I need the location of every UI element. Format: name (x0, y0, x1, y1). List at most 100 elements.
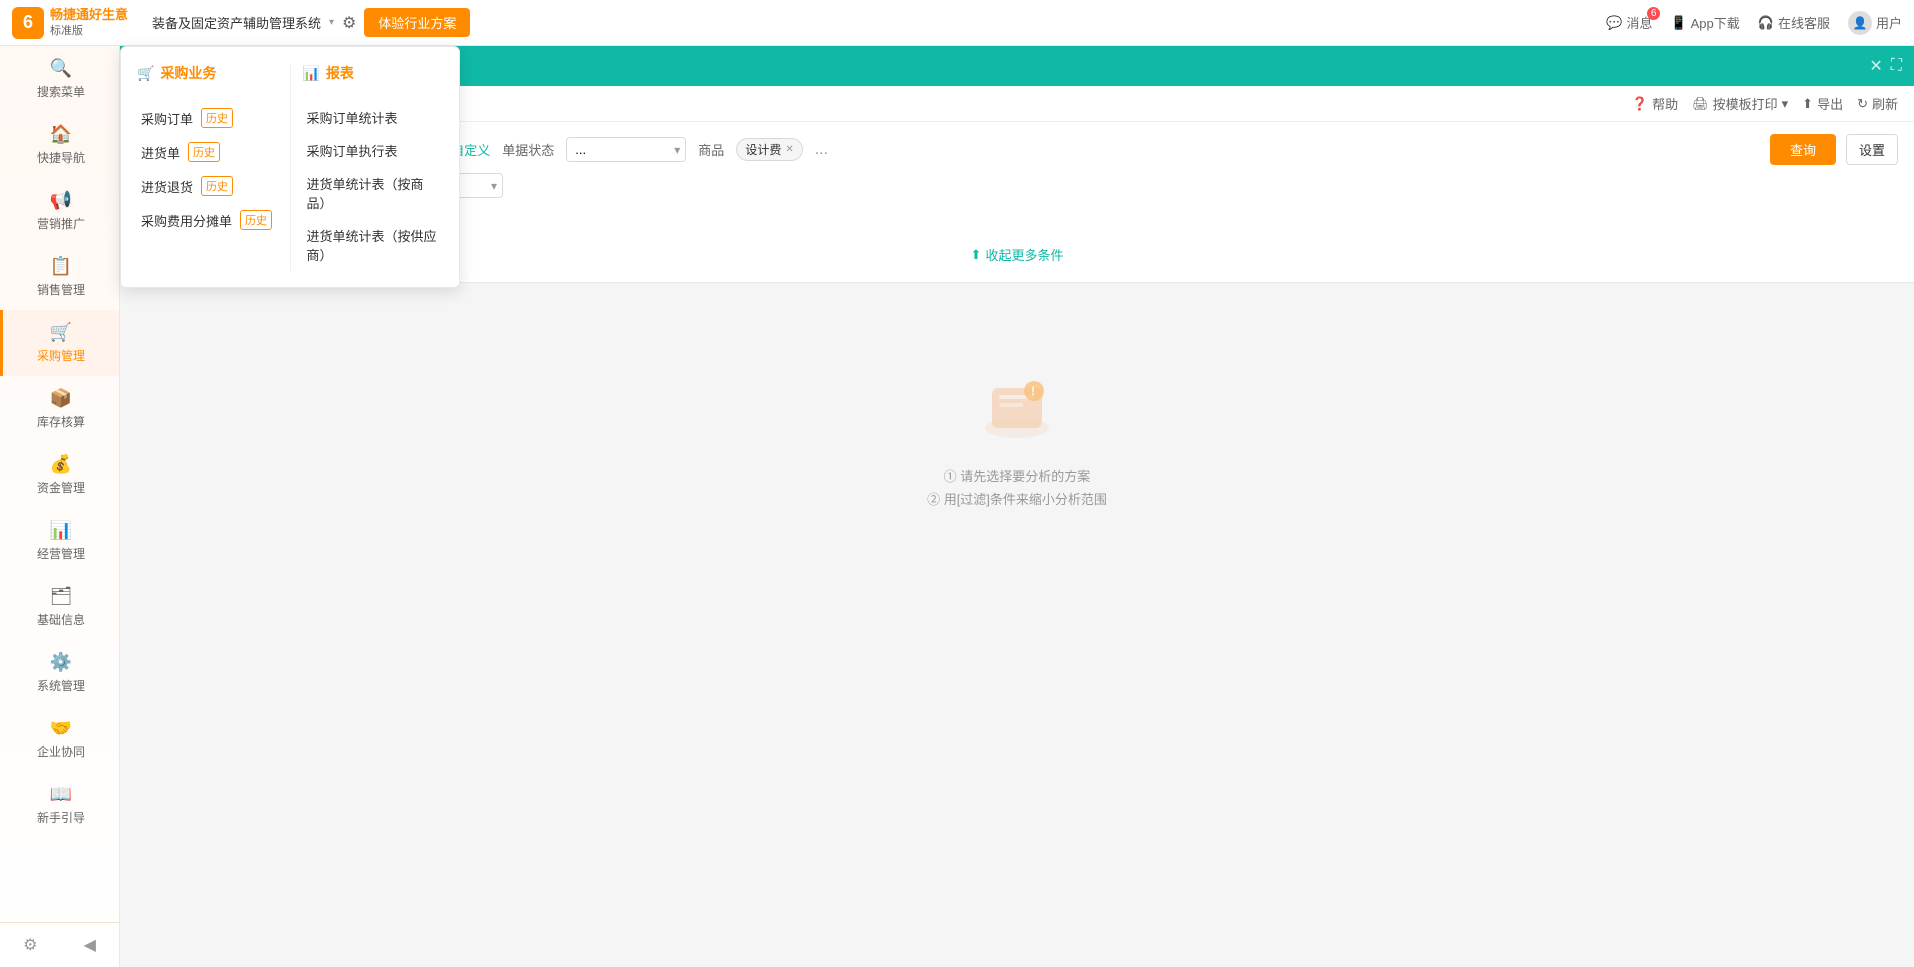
purchase-section-title: 🛒 采购业务 (137, 63, 278, 89)
menu-divider (290, 63, 291, 271)
sidebar-label-inventory: 库存核算 (37, 413, 85, 430)
sidebar-item-enterprise[interactable]: 🤝 企业协同 (0, 706, 119, 772)
history-badge-2[interactable]: 历史 (201, 176, 233, 196)
megaphone-icon: 📢 (50, 190, 72, 211)
sidebar-item-operations[interactable]: 📊 经营管理 (0, 508, 119, 574)
system-name: 装备及固定资产辅助管理系统 (152, 13, 321, 32)
sidebar-label-sales: 销售管理 (37, 281, 85, 298)
user-button[interactable]: 👤 用户 (1848, 11, 1902, 35)
info-icon: 🗂 (50, 586, 73, 607)
sidebar-item-search[interactable]: 🔍 搜索菜单 (0, 46, 119, 112)
sidebar-item-purchase[interactable]: 🛒 采购管理 (0, 310, 119, 376)
print-label: 按模板打印 (1713, 94, 1778, 113)
status-select-wrapper: ... (566, 137, 686, 162)
sidebar-item-inventory[interactable]: 📦 库存核算 (0, 376, 119, 442)
logo-area: 6 畅捷通好生意 标准版 (12, 7, 132, 39)
sidebar-label-finance: 资金管理 (37, 479, 85, 496)
online-service-label: 在线客服 (1778, 13, 1830, 32)
sidebar-item-finance[interactable]: 💰 资金管理 (0, 442, 119, 508)
empty-state: ! ① 请先选择要分析的方案 ② 用[过滤]条件来缩小分析范围 (120, 283, 1914, 592)
goods-tag-close[interactable]: ✕ (785, 144, 793, 155)
collapse-up-icon: ⬆ (971, 247, 982, 263)
settings-gear-button[interactable]: ⚙ (342, 13, 356, 33)
logo-text: 畅捷通好生意 标准版 (50, 7, 128, 38)
handshake-icon: 🤝 (50, 718, 72, 739)
history-badge-3[interactable]: 历史 (240, 210, 272, 230)
sidebar-bottom: ⚙ ◀ (0, 922, 119, 967)
setting-button[interactable]: 设置 (1846, 134, 1898, 165)
menu-item-purchase-order[interactable]: 采购订单 历史 (137, 101, 278, 135)
sidebar-label-purchase: 采购管理 (37, 347, 85, 364)
menu-item-report-2[interactable]: 进货单统计表（按商品） (303, 167, 444, 219)
home-icon: 🏠 (50, 124, 72, 145)
online-service-button[interactable]: 🎧 在线客服 (1758, 13, 1830, 32)
sidebar-label-quick-nav: 快捷导航 (37, 149, 85, 166)
report-section-title: 📊 报表 (303, 63, 444, 89)
goods-tag-design: 设计费 ✕ (736, 138, 802, 161)
menu-item-report-3[interactable]: 进货单统计表（按供应商） (303, 219, 444, 271)
sidebar-settings-button[interactable]: ⚙ (23, 935, 37, 955)
goods-more-button[interactable]: ... (815, 141, 828, 159)
help-icon: ❓ (1632, 96, 1648, 112)
menu-item-return-goods[interactable]: 进货退货 历史 (137, 169, 278, 203)
message-button[interactable]: 💬 消息 6 (1606, 13, 1652, 32)
sidebar-item-guide[interactable]: 📖 新手引导 (0, 772, 119, 838)
gear-icon: ⚙️ (50, 652, 72, 673)
status-select[interactable]: ... (566, 137, 686, 162)
status-label: 单据状态 (502, 140, 554, 159)
system-dropdown-arrow[interactable]: ▾ (329, 17, 334, 28)
chart-icon: 📊 (50, 520, 72, 541)
history-badge-0[interactable]: 历史 (201, 108, 233, 128)
sidebar-item-sales[interactable]: 📋 销售管理 (0, 244, 119, 310)
sidebar-item-quick-nav[interactable]: 🏠 快捷导航 (0, 112, 119, 178)
sidebar-label-operations: 经营管理 (37, 545, 85, 562)
sidebar-item-basic-info[interactable]: 🗂 基础信息 (0, 574, 119, 640)
clipboard-icon: 📋 (50, 256, 72, 277)
refresh-button[interactable]: ↻ 刷新 (1857, 94, 1898, 113)
user-label: 用户 (1876, 13, 1902, 32)
help-button[interactable]: ❓ 帮助 (1632, 94, 1678, 113)
goods-chips: 设计费 ✕ (736, 138, 802, 161)
app-download-button[interactable]: 📱 App下载 (1670, 13, 1739, 32)
filter-actions: 查询 设置 (1770, 134, 1898, 165)
query-button[interactable]: 查询 (1770, 134, 1836, 165)
sidebar-label-search: 搜索菜单 (37, 83, 85, 100)
refresh-label: 刷新 (1872, 94, 1898, 113)
help-label: 帮助 (1652, 94, 1678, 113)
menu-item-report-1[interactable]: 采购订单执行表 (303, 134, 444, 167)
logo-icon: 6 (12, 7, 44, 39)
fullscreen-button[interactable]: ⛶ (1891, 57, 1902, 75)
sidebar-label-marketing: 营销推广 (37, 215, 85, 232)
top-bar: 6 畅捷通好生意 标准版 装备及固定资产辅助管理系统 ▾ ⚙ 体验行业方案 💬 … (0, 0, 1914, 46)
tab-actions: ✕ ⛶ (1869, 56, 1914, 76)
headset-icon: 🎧 (1758, 15, 1774, 31)
print-template-button[interactable]: 🖨 按模板打印 ▾ (1692, 94, 1788, 113)
print-icon: 🖨 (1692, 96, 1709, 112)
collapse-filter-button[interactable]: ⬆ 收起更多条件 (971, 239, 1064, 270)
svg-text:!: ! (1031, 384, 1035, 398)
sidebar-item-system[interactable]: ⚙️ 系统管理 (0, 640, 119, 706)
close-all-tabs-button[interactable]: ✕ (1869, 56, 1882, 76)
sidebar: 🔍 搜索菜单 🏠 快捷导航 📢 营销推广 📋 销售管理 🛒 采购管理 📦 库存核… (0, 46, 120, 967)
industry-solution-button[interactable]: 体验行业方案 (364, 8, 470, 37)
book-icon: 📖 (50, 784, 72, 805)
app-download-label: App下载 (1691, 13, 1740, 32)
phone-icon: 📱 (1670, 15, 1686, 31)
purchase-section: 🛒 采购业务 采购订单 历史 进货单 历史 进货退货 历史 采购费用分摊单 历史 (137, 63, 278, 271)
sidebar-collapse-button[interactable]: ◀ (84, 935, 96, 955)
menu-item-report-0[interactable]: 采购订单统计表 (303, 101, 444, 134)
sidebar-label-basic-info: 基础信息 (37, 611, 85, 628)
refresh-icon: ↻ (1857, 96, 1868, 112)
sidebar-label-guide: 新手引导 (37, 809, 85, 826)
history-badge-1[interactable]: 历史 (188, 142, 220, 162)
export-icon: ⬆ (1802, 96, 1813, 112)
box-icon: 📦 (50, 388, 72, 409)
export-button[interactable]: ⬆ 导出 (1802, 94, 1843, 113)
report-section: 📊 报表 采购订单统计表 采购订单执行表 进货单统计表（按商品） 进货单统计表（… (303, 63, 444, 271)
purchase-section-icon: 🛒 (137, 65, 154, 82)
menu-item-purchase-expense[interactable]: 采购费用分摊单 历史 (137, 203, 278, 237)
sidebar-item-marketing[interactable]: 📢 营销推广 (0, 178, 119, 244)
top-bar-icons: 💬 消息 6 📱 App下载 🎧 在线客服 👤 用户 (1606, 11, 1902, 35)
menu-item-incoming-order[interactable]: 进货单 历史 (137, 135, 278, 169)
search-icon: 🔍 (50, 58, 72, 79)
